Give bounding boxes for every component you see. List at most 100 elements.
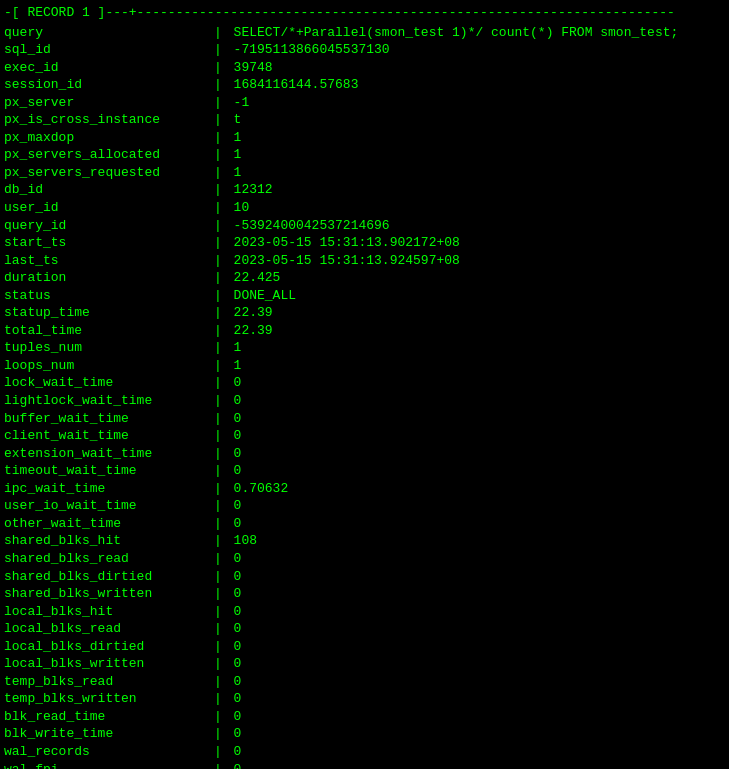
table-row: start_ts | 2023-05-15 15:31:13.902172+08 <box>4 234 725 252</box>
field-value: 1 <box>234 146 242 164</box>
field-value: 0 <box>234 620 242 638</box>
table-row: sql_id | -7195113866045537130 <box>4 41 725 59</box>
field-separator: | <box>214 392 230 410</box>
field-separator: | <box>214 427 230 445</box>
field-name: client_wait_time <box>4 427 214 445</box>
table-row: px_server | -1 <box>4 94 725 112</box>
field-separator: | <box>214 410 230 428</box>
field-name: local_blks_written <box>4 655 214 673</box>
field-separator: | <box>214 462 230 480</box>
field-name: px_servers_requested <box>4 164 214 182</box>
field-name: px_server <box>4 94 214 112</box>
field-value: SELECT/*+Parallel(smon_test 1)*/ count(*… <box>234 24 679 42</box>
table-row: px_maxdop | 1 <box>4 129 725 147</box>
field-name: user_id <box>4 199 214 217</box>
table-row: tuples_num | 1 <box>4 339 725 357</box>
field-separator: | <box>214 445 230 463</box>
table-row: timeout_wait_time | 0 <box>4 462 725 480</box>
field-value: 108 <box>234 532 257 550</box>
field-name: status <box>4 287 214 305</box>
table-row: blk_write_time | 0 <box>4 725 725 743</box>
data-rows: query | SELECT/*+Parallel(smon_test 1)*/… <box>4 24 725 769</box>
field-name: local_blks_read <box>4 620 214 638</box>
field-value: -7195113866045537130 <box>234 41 390 59</box>
field-separator: | <box>214 234 230 252</box>
table-row: extension_wait_time | 0 <box>4 445 725 463</box>
table-row: shared_blks_read | 0 <box>4 550 725 568</box>
field-name: ipc_wait_time <box>4 480 214 498</box>
field-name: tuples_num <box>4 339 214 357</box>
field-name: sql_id <box>4 41 214 59</box>
field-separator: | <box>214 568 230 586</box>
field-name: px_maxdop <box>4 129 214 147</box>
field-separator: | <box>214 217 230 235</box>
field-value: 0 <box>234 585 242 603</box>
table-row: status | DONE_ALL <box>4 287 725 305</box>
field-separator: | <box>214 94 230 112</box>
field-separator: | <box>214 673 230 691</box>
table-row: loops_num | 1 <box>4 357 725 375</box>
field-name: query_id <box>4 217 214 235</box>
field-name: total_time <box>4 322 214 340</box>
field-separator: | <box>214 59 230 77</box>
table-row: px_servers_requested | 1 <box>4 164 725 182</box>
field-value: 1 <box>234 164 242 182</box>
field-value: 0 <box>234 462 242 480</box>
field-separator: | <box>214 515 230 533</box>
table-row: query | SELECT/*+Parallel(smon_test 1)*/… <box>4 24 725 42</box>
field-separator: | <box>214 725 230 743</box>
field-separator: | <box>214 603 230 621</box>
field-value: 22.39 <box>234 322 273 340</box>
field-separator: | <box>214 111 230 129</box>
field-name: shared_blks_read <box>4 550 214 568</box>
table-row: user_io_wait_time | 0 <box>4 497 725 515</box>
field-value: 0 <box>234 603 242 621</box>
table-row: total_time | 22.39 <box>4 322 725 340</box>
table-row: user_id | 10 <box>4 199 725 217</box>
field-name: px_is_cross_instance <box>4 111 214 129</box>
table-row: statup_time | 22.39 <box>4 304 725 322</box>
field-separator: | <box>214 129 230 147</box>
field-value: 0 <box>234 743 242 761</box>
field-separator: | <box>214 164 230 182</box>
field-name: session_id <box>4 76 214 94</box>
field-value: 0 <box>234 708 242 726</box>
field-value: 10 <box>234 199 250 217</box>
field-separator: | <box>214 532 230 550</box>
field-separator: | <box>214 374 230 392</box>
field-separator: | <box>214 287 230 305</box>
field-separator: | <box>214 497 230 515</box>
field-name: query <box>4 24 214 42</box>
field-name: start_ts <box>4 234 214 252</box>
field-value: 0 <box>234 638 242 656</box>
field-value: 1 <box>234 357 242 375</box>
field-separator: | <box>214 743 230 761</box>
table-row: buffer_wait_time | 0 <box>4 410 725 428</box>
field-value: 0 <box>234 497 242 515</box>
field-name: exec_id <box>4 59 214 77</box>
table-row: client_wait_time | 0 <box>4 427 725 445</box>
field-name: temp_blks_written <box>4 690 214 708</box>
field-name: user_io_wait_time <box>4 497 214 515</box>
field-value: 0 <box>234 445 242 463</box>
field-separator: | <box>214 480 230 498</box>
table-row: temp_blks_read | 0 <box>4 673 725 691</box>
field-name: local_blks_hit <box>4 603 214 621</box>
field-value: 0 <box>234 655 242 673</box>
table-row: local_blks_written | 0 <box>4 655 725 673</box>
field-separator: | <box>214 550 230 568</box>
field-name: blk_write_time <box>4 725 214 743</box>
field-name: blk_read_time <box>4 708 214 726</box>
table-row: px_servers_allocated | 1 <box>4 146 725 164</box>
field-value: 22.39 <box>234 304 273 322</box>
table-row: local_blks_dirtied | 0 <box>4 638 725 656</box>
field-separator: | <box>214 761 230 769</box>
table-row: exec_id | 39748 <box>4 59 725 77</box>
field-name: buffer_wait_time <box>4 410 214 428</box>
field-separator: | <box>214 76 230 94</box>
table-row: wal_fpi | 0 <box>4 761 725 769</box>
field-name: timeout_wait_time <box>4 462 214 480</box>
field-value: 0 <box>234 550 242 568</box>
table-row: shared_blks_dirtied | 0 <box>4 568 725 586</box>
field-name: wal_records <box>4 743 214 761</box>
